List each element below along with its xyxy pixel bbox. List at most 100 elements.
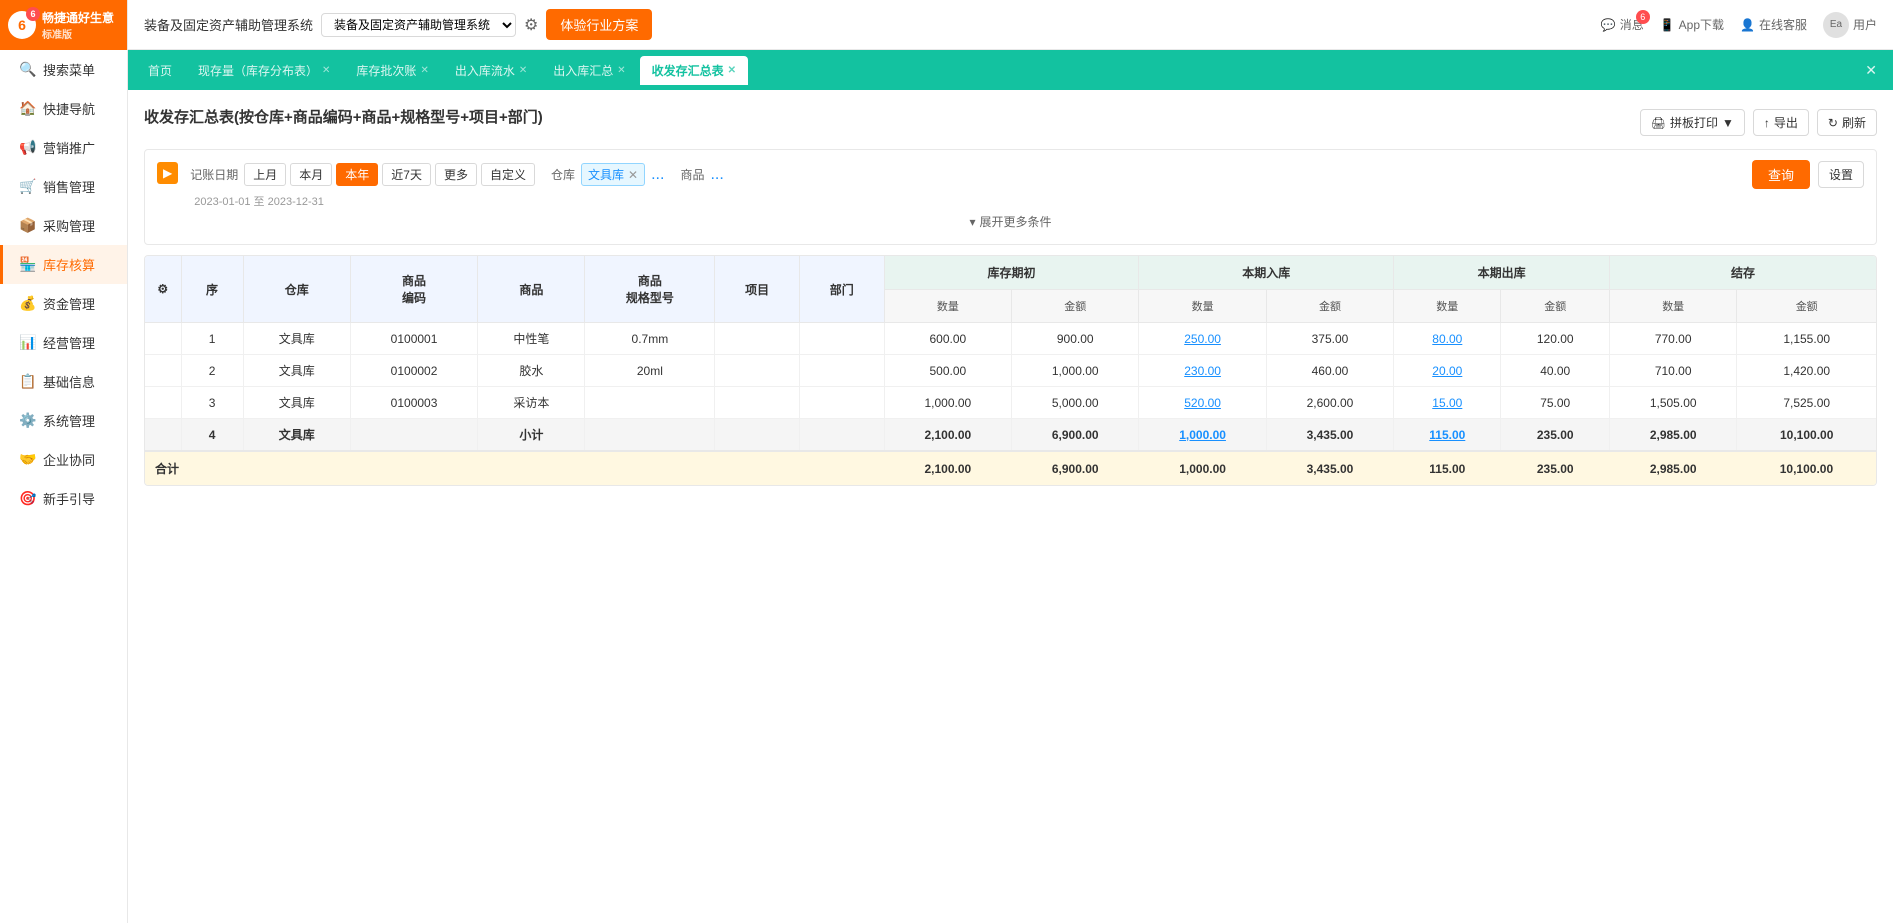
purchase-icon: 📦 bbox=[19, 217, 35, 234]
sidebar: 6 6 畅捷通好生意 标准版 🔍 搜索菜单 🏠 快捷导航 📢 营销推广 🛒 销售… bbox=[0, 0, 128, 923]
td-out-amt: 40.00 bbox=[1501, 355, 1610, 387]
td-goods-name: 采访本 bbox=[478, 387, 585, 419]
tab-inventory-dist[interactable]: 现存量（库存分布表） ✕ bbox=[186, 56, 342, 85]
th-in-amt: 金额 bbox=[1266, 290, 1393, 323]
date-more-btn[interactable]: 更多 bbox=[435, 163, 477, 186]
tab-in-out-flow[interactable]: 出入库流水 ✕ bbox=[443, 56, 539, 85]
online-service-btn[interactable]: 👤 在线客服 bbox=[1740, 16, 1807, 33]
sales-icon: 🛒 bbox=[19, 178, 35, 195]
date-filter-col: 记账日期 上月 本月 本年 近7天 更多 自定义 bbox=[190, 163, 535, 186]
tab-in-out-summary[interactable]: 出入库汇总 ✕ bbox=[541, 56, 637, 85]
expand-more-btn[interactable]: ▾ 展开更多条件 bbox=[969, 213, 1051, 230]
warehouse-tag-remove[interactable]: ✕ bbox=[628, 168, 638, 182]
filter-settings-btn[interactable]: 设置 bbox=[1818, 161, 1864, 188]
td-goods-name: 中性笔 bbox=[478, 323, 585, 355]
message-btn[interactable]: 💬 消息 6 bbox=[1601, 16, 1644, 33]
date-recent7-btn[interactable]: 近7天 bbox=[382, 163, 431, 186]
marketing-icon: 📢 bbox=[19, 139, 35, 156]
td-out-qty-link[interactable]: 80.00 bbox=[1432, 332, 1462, 346]
finance-icon: 💰 bbox=[19, 295, 35, 312]
date-custom-btn[interactable]: 自定义 bbox=[481, 163, 535, 186]
td-no: 2 bbox=[181, 355, 243, 387]
print-btn[interactable]: 🖨 拼板打印 ▼ bbox=[1640, 109, 1745, 136]
sidebar-item-purchase-label: 采购管理 bbox=[43, 216, 95, 235]
td-out-qty-link[interactable]: 115.00 bbox=[1429, 428, 1465, 442]
th-out-period: 本期出库 bbox=[1394, 256, 1610, 290]
td-warehouse: 文具库 bbox=[243, 323, 350, 355]
td-opening-amt: 5,000.00 bbox=[1012, 387, 1139, 419]
print-label: 拼板打印 bbox=[1670, 114, 1718, 131]
tab-receive-send-summary[interactable]: 收发存汇总表 ✕ bbox=[640, 56, 748, 85]
tab-inventory-dist-close[interactable]: ✕ bbox=[322, 65, 330, 76]
td-in-qty-link[interactable]: 1,000.00 bbox=[1179, 428, 1226, 442]
sidebar-item-purchase[interactable]: 📦 采购管理 bbox=[0, 206, 127, 245]
td-out-qty[interactable]: 15.00 bbox=[1394, 387, 1501, 419]
td-in-qty[interactable]: 1,000.00 bbox=[1139, 419, 1266, 452]
message-icon: 💬 bbox=[1601, 18, 1616, 32]
sidebar-item-quick-nav[interactable]: 🏠 快捷导航 bbox=[0, 89, 127, 128]
td-in-qty[interactable]: 520.00 bbox=[1139, 387, 1266, 419]
query-btn[interactable]: 查询 bbox=[1752, 160, 1810, 189]
sidebar-item-system[interactable]: ⚙️ 系统管理 bbox=[0, 401, 127, 440]
user-btn[interactable]: Ea 用户 bbox=[1823, 12, 1877, 38]
td-goods-spec: 20ml bbox=[585, 355, 715, 387]
td-settings bbox=[145, 387, 181, 419]
date-range-row: 2023-01-01 至 2023-12-31 bbox=[190, 193, 1864, 209]
td-out-qty-link[interactable]: 20.00 bbox=[1432, 364, 1462, 378]
sidebar-item-marketing[interactable]: 📢 营销推广 bbox=[0, 128, 127, 167]
user-label: 用户 bbox=[1853, 16, 1877, 33]
td-goods-name: 小计 bbox=[478, 419, 585, 452]
td-out-qty[interactable]: 80.00 bbox=[1394, 323, 1501, 355]
sidebar-item-sales[interactable]: 🛒 销售管理 bbox=[0, 167, 127, 206]
filter-collapse-btn[interactable]: ▶ bbox=[157, 162, 178, 184]
app-download-label: App下载 bbox=[1679, 16, 1724, 33]
td-in-qty[interactable]: 250.00 bbox=[1139, 323, 1266, 355]
settings-button[interactable]: ⚙ bbox=[524, 15, 538, 35]
tab-batch-ledger-close[interactable]: ✕ bbox=[420, 65, 428, 76]
tab-in-out-flow-label: 出入库流水 bbox=[455, 62, 515, 79]
td-out-qty-link[interactable]: 15.00 bbox=[1432, 396, 1462, 410]
tab-in-out-flow-close[interactable]: ✕ bbox=[519, 65, 527, 76]
th-in-qty: 数量 bbox=[1139, 290, 1266, 323]
td-closing-qty: 710.00 bbox=[1610, 355, 1737, 387]
sidebar-item-finance[interactable]: 💰 资金管理 bbox=[0, 284, 127, 323]
export-btn[interactable]: ↑ 导出 bbox=[1753, 109, 1809, 136]
export-label: 导出 bbox=[1774, 114, 1798, 131]
td-closing-qty: 2,985.00 bbox=[1610, 419, 1737, 452]
date-this-month-btn[interactable]: 本月 bbox=[290, 163, 332, 186]
td-out-qty[interactable]: 115.00 bbox=[1394, 419, 1501, 452]
goods-ellipsis[interactable]: ... bbox=[710, 166, 723, 184]
td-in-qty-link[interactable]: 230.00 bbox=[1184, 364, 1221, 378]
message-badge: 6 bbox=[1636, 10, 1650, 24]
tab-receive-send-summary-close[interactable]: ✕ bbox=[728, 65, 736, 76]
warehouse-ellipsis[interactable]: ... bbox=[651, 166, 664, 184]
tab-in-out-summary-close[interactable]: ✕ bbox=[617, 65, 625, 76]
th-settings[interactable]: ⚙ bbox=[145, 256, 181, 323]
trial-btn[interactable]: 体验行业方案 bbox=[546, 9, 652, 40]
footer-opening-amt: 6,900.00 bbox=[1012, 451, 1139, 485]
date-this-year-btn[interactable]: 本年 bbox=[336, 163, 378, 186]
td-in-qty-link[interactable]: 520.00 bbox=[1184, 396, 1221, 410]
col-settings-icon[interactable]: ⚙ bbox=[157, 282, 168, 296]
sidebar-item-basic-info[interactable]: 📋 基础信息 bbox=[0, 362, 127, 401]
sidebar-item-ops[interactable]: 📊 经营管理 bbox=[0, 323, 127, 362]
td-out-qty[interactable]: 20.00 bbox=[1394, 355, 1501, 387]
tab-home[interactable]: 首页 bbox=[136, 56, 184, 85]
app-download-btn[interactable]: 📱 App下载 bbox=[1660, 16, 1724, 33]
system-selector-dropdown[interactable]: 装备及固定资产辅助管理系统 bbox=[321, 13, 516, 37]
sidebar-item-guide[interactable]: 🎯 新手引导 bbox=[0, 479, 127, 518]
ops-icon: 📊 bbox=[19, 334, 35, 351]
tab-batch-ledger[interactable]: 库存批次账 ✕ bbox=[344, 56, 440, 85]
refresh-btn[interactable]: ↻ 刷新 bbox=[1817, 109, 1877, 136]
enterprise-icon: 🤝 bbox=[19, 451, 35, 468]
date-prev-month-btn[interactable]: 上月 bbox=[244, 163, 286, 186]
sidebar-item-inventory[interactable]: 🏪 库存核算 bbox=[0, 245, 127, 284]
td-settings bbox=[145, 323, 181, 355]
sidebar-item-search[interactable]: 🔍 搜索菜单 bbox=[0, 50, 127, 89]
td-in-qty[interactable]: 230.00 bbox=[1139, 355, 1266, 387]
sidebar-item-enterprise[interactable]: 🤝 企业协同 bbox=[0, 440, 127, 479]
td-goods-spec bbox=[585, 419, 715, 452]
td-in-qty-link[interactable]: 250.00 bbox=[1184, 332, 1221, 346]
tab-bar-close[interactable]: ✕ bbox=[1857, 62, 1885, 79]
date-filter-label: 记账日期 bbox=[190, 166, 238, 183]
